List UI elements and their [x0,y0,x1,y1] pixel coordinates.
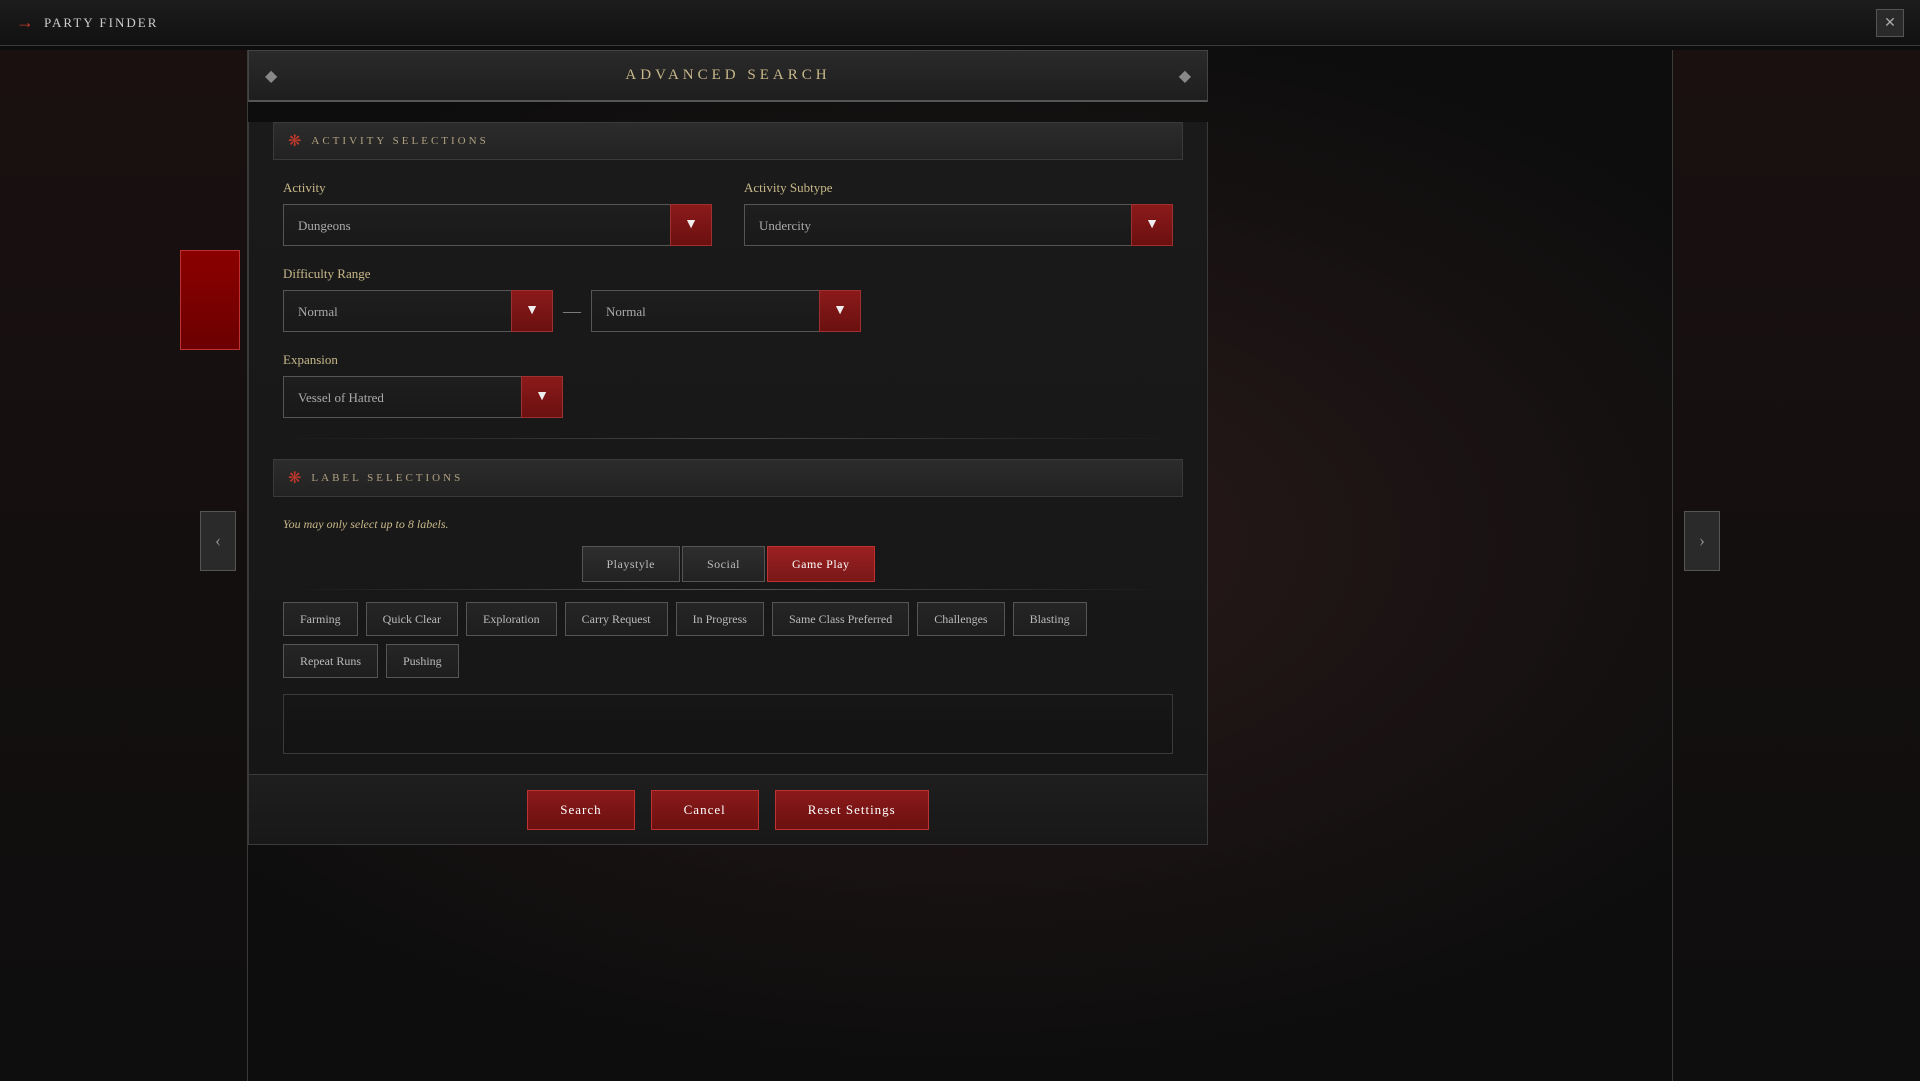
label-section-header: ❋ LABEL SELECTIONS [273,459,1183,497]
tab-playstyle[interactable]: Playstyle [582,546,681,582]
activity-subtype-group: Activity Subtype Undercity ▼ [744,180,1173,246]
title-bar-title: PARTY FINDER [44,15,158,31]
activity-subtype-select-wrapper: Undercity ▼ [744,204,1173,246]
tab-gameplay[interactable]: Game Play [767,546,875,582]
close-button[interactable]: ✕ [1876,9,1904,37]
activity-label: Activity [283,180,712,196]
label-in-progress[interactable]: In Progress [676,602,764,636]
dialog-body: ❋ ACTIVITY SELECTIONS Activity Dungeons … [248,122,1208,845]
right-nav-button[interactable]: › [1684,511,1720,571]
difficulty-min-select[interactable]: Normal [283,290,553,332]
difficulty-row: Difficulty Range Normal ▼ — Normal [273,266,1183,332]
label-same-class[interactable]: Same Class Preferred [772,602,909,636]
cancel-button[interactable]: Cancel [651,790,759,830]
diamond-left-icon: ◆ [265,66,277,86]
dialog: ◆ ADVANCED SEARCH ◆ ❋ ACTIVITY SELECTION… [248,50,1208,845]
label-farming[interactable]: Farming [283,602,358,636]
label-pushing[interactable]: Pushing [386,644,459,678]
label-section-title: LABEL SELECTIONS [311,472,463,484]
label-blasting[interactable]: Blasting [1013,602,1087,636]
label-repeat-runs[interactable]: Repeat Runs [283,644,378,678]
dialog-title: ADVANCED SEARCH [625,67,830,84]
search-button[interactable]: Search [527,790,634,830]
activity-section-header: ❋ ACTIVITY SELECTIONS [273,122,1183,160]
difficulty-max-select[interactable]: Normal [591,290,861,332]
activity-subtype-select[interactable]: Undercity [744,204,1173,246]
activity-section: ❋ ACTIVITY SELECTIONS Activity Dungeons … [273,122,1183,418]
difficulty-max-group: Normal ▼ [591,290,861,332]
label-section: ❋ LABEL SELECTIONS You may only select u… [273,459,1183,754]
activity-section-title: ACTIVITY SELECTIONS [311,135,488,147]
expansion-label: Expansion [283,352,563,368]
difficulty-label: Difficulty Range [283,266,553,282]
expansion-select[interactable]: Vessel of Hatred [283,376,563,418]
activity-select[interactable]: Dungeons [283,204,712,246]
label-section-icon: ❋ [288,468,301,488]
label-challenges[interactable]: Challenges [917,602,1004,636]
selected-labels-area [283,694,1173,754]
expansion-group: Expansion Vessel of Hatred ▼ [283,352,563,418]
tab-row: Playstyle Social Game Play [273,546,1183,582]
left-nav-button[interactable]: ‹ [200,511,236,571]
tab-social[interactable]: Social [682,546,765,582]
difficulty-max-select-wrapper: Normal ▼ [591,290,861,332]
activity-select-wrapper: Dungeons ▼ [283,204,712,246]
label-exploration[interactable]: Exploration [466,602,557,636]
activity-row: Activity Dungeons ▼ Activity Subtype [273,180,1183,246]
label-hint: You may only select up to 8 labels. [273,517,1183,532]
difficulty-group: Difficulty Range Normal ▼ [283,266,553,332]
label-quick-clear[interactable]: Quick Clear [366,602,458,636]
dialog-footer: Search Cancel Reset Settings [249,774,1207,844]
title-bar: → PARTY FINDER ✕ [0,0,1920,46]
diamond-right-icon: ◆ [1179,66,1191,86]
label-carry-request[interactable]: Carry Request [565,602,668,636]
activity-section-icon: ❋ [288,131,301,151]
difficulty-min-select-wrapper: Normal ▼ [283,290,553,332]
expansion-select-wrapper: Vessel of Hatred ▼ [283,376,563,418]
title-bar-left: → PARTY FINDER [16,12,158,33]
left-accent [180,250,240,350]
dialog-header: ◆ ADVANCED SEARCH ◆ [248,50,1208,102]
party-finder-arrow-icon: → [16,12,34,33]
labels-grid: Farming Quick Clear Exploration Carry Re… [273,598,1183,694]
reset-settings-button[interactable]: Reset Settings [775,790,929,830]
activity-subtype-label: Activity Subtype [744,180,1173,196]
expansion-row: Expansion Vessel of Hatred ▼ [273,352,1183,418]
difficulty-separator: — [563,301,581,322]
activity-group: Activity Dungeons ▼ [283,180,712,246]
